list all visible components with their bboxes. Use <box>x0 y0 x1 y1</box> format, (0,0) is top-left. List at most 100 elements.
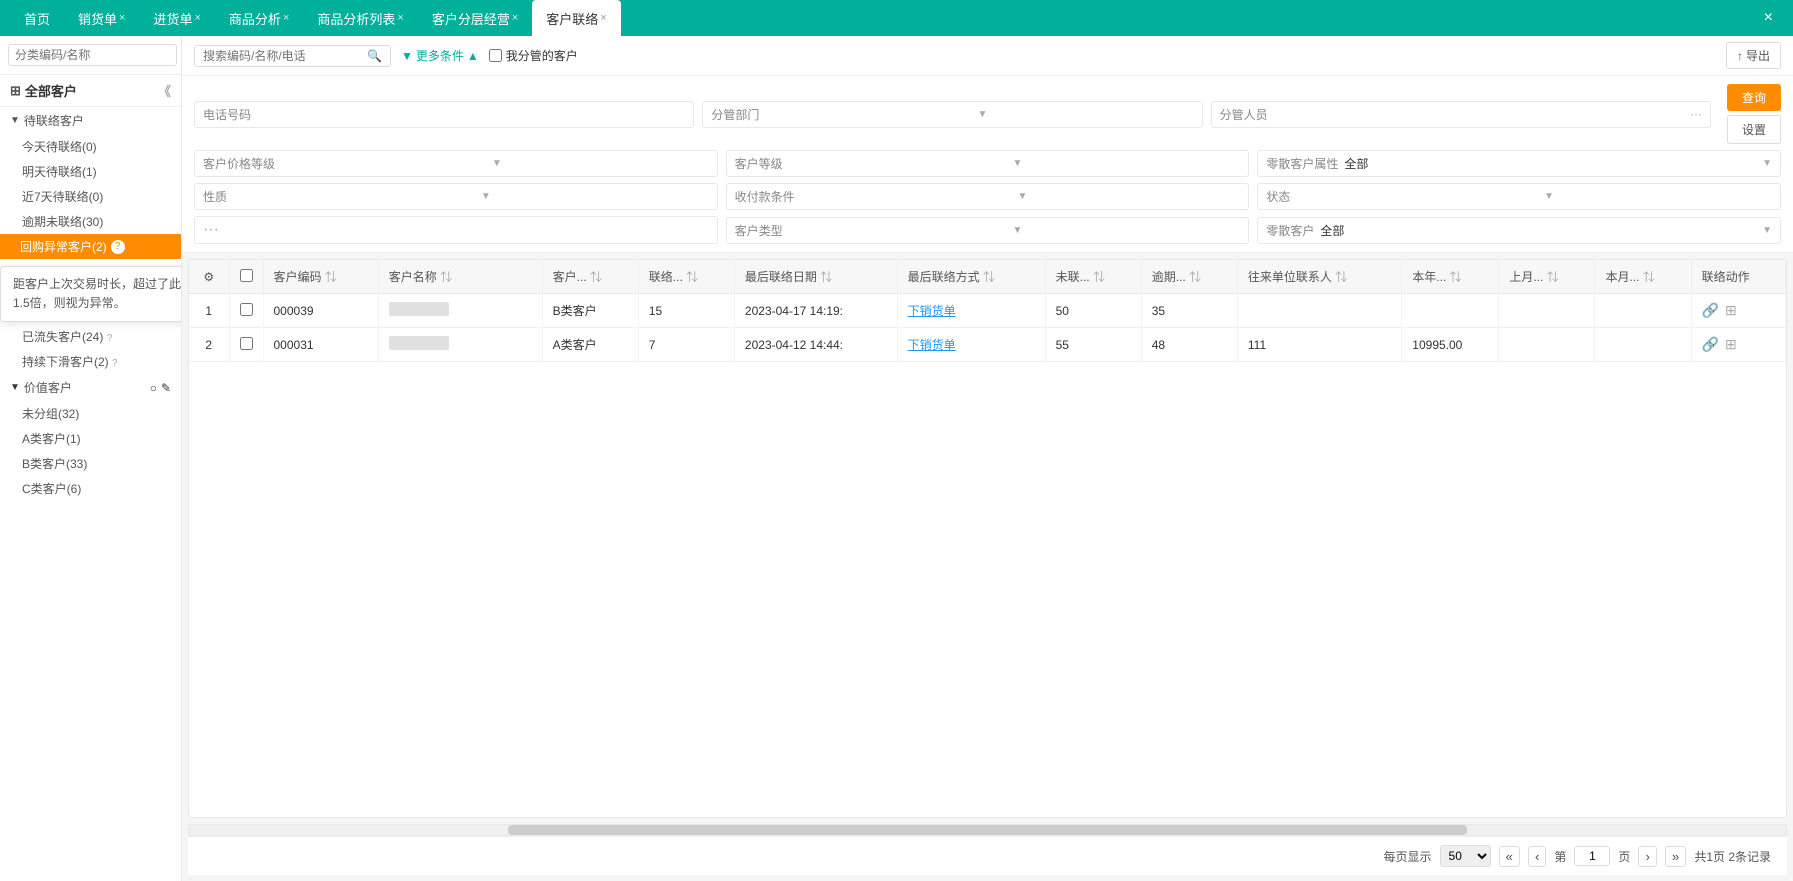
horizontal-scrollbar[interactable] <box>188 824 1787 836</box>
dept-select[interactable]: ▼ <box>761 109 1193 120</box>
nature-field[interactable]: 性质 ▼ <box>194 183 718 210</box>
sidebar-item-7days[interactable]: 近7天待联络(0) <box>0 184 181 209</box>
link-action-icon-0[interactable]: 🔗 <box>1702 302 1719 319</box>
refresh-icon[interactable]: ○ <box>150 381 157 395</box>
nav-close-analysis[interactable]: × <box>283 12 289 24</box>
col-this-year[interactable]: 本年... ⇅ <box>1402 260 1499 294</box>
col-no-contact[interactable]: 未联... ⇅ <box>1045 260 1141 294</box>
nav-item-analysis-list[interactable]: 商品分析列表 × <box>303 0 417 36</box>
col-last-date[interactable]: 最后联络日期 ⇅ <box>734 260 897 294</box>
settings-icon[interactable]: ⚙ <box>203 270 214 284</box>
pending-contact-group[interactable]: ▼ 待联络客户 <box>0 107 181 134</box>
sidebar-item-declining[interactable]: 持续下滑客户(2) ? <box>0 349 181 374</box>
my-customers-checkbox[interactable] <box>489 49 502 62</box>
col-name[interactable]: 客户名称 ⇅ <box>378 260 542 294</box>
nav-close-customer-contact[interactable]: × <box>600 12 606 24</box>
nature-select[interactable]: ▼ <box>253 191 709 202</box>
col-level[interactable]: 客户... ⇅ <box>542 260 638 294</box>
check-all-checkbox[interactable] <box>240 269 253 282</box>
sidebar-search-input[interactable] <box>8 44 177 66</box>
sort-icon-name: ⇅ <box>440 270 452 284</box>
dots-field[interactable]: ··· <box>194 216 718 244</box>
dots-icon[interactable]: ··· <box>1690 107 1702 121</box>
export-btn-wrap: ↑ 导出 <box>1726 42 1781 69</box>
sort-icon-no-contact: ⇅ <box>1093 270 1105 284</box>
col-contact-count[interactable]: 联络... ⇅ <box>638 260 734 294</box>
retail-customer-field[interactable]: 零散客户 全部 ▼ <box>1257 217 1781 244</box>
tag-action-icon-0[interactable]: ⊞ <box>1725 302 1737 319</box>
row-checkbox-0[interactable] <box>240 303 253 316</box>
row-last-method-0[interactable]: 下销货单 <box>897 294 1045 328</box>
nav-item-sales[interactable]: 销货单 × <box>64 0 139 36</box>
sort-icon-level: ⇅ <box>590 270 602 284</box>
page-last-btn[interactable]: » <box>1665 846 1686 867</box>
sidebar-item-abnormal-repurchase[interactable]: 回购异常客户(2) ? <box>0 234 181 259</box>
col-settings[interactable]: ⚙ <box>189 260 229 294</box>
row-last-date-0: 2023-04-17 14:19: <box>734 294 897 328</box>
col-last-method[interactable]: 最后联络方式 ⇅ <box>897 260 1045 294</box>
more-dots-icon[interactable]: ··· <box>203 221 219 239</box>
price-level-select[interactable]: ▼ <box>275 158 709 169</box>
payment-field[interactable]: 收付款条件 ▼ <box>726 183 1250 210</box>
nav-close-sales[interactable]: × <box>119 12 125 24</box>
nav-close-analysis-list[interactable]: × <box>397 12 403 24</box>
sidebar-item-a-class[interactable]: A类客户(1) <box>0 426 181 451</box>
page-number-input[interactable] <box>1574 846 1610 866</box>
tag-action-icon-1[interactable]: ⊞ <box>1725 336 1737 353</box>
payment-select[interactable]: ▼ <box>795 191 1241 202</box>
col-contact-person[interactable]: 往来单位联系人 ⇅ <box>1237 260 1401 294</box>
scrollbar-thumb[interactable] <box>508 825 1466 835</box>
edit-icon[interactable]: ✎ <box>161 381 171 395</box>
sidebar-item-churned[interactable]: 已流失客户(24) ? <box>0 324 181 349</box>
person-field[interactable]: 分管人员 ··· <box>1211 101 1711 128</box>
nav-item-home[interactable]: 首页 <box>10 0 64 36</box>
search-input[interactable] <box>203 49 363 63</box>
sort-icon-person: ⇅ <box>1335 270 1347 284</box>
my-customers-checkbox-wrap[interactable]: 我分管的客户 <box>489 47 578 64</box>
nav-item-purchase[interactable]: 进货单 × <box>139 0 214 36</box>
sidebar-item-c-class[interactable]: C类客户(6) <box>0 476 181 501</box>
window-close-button[interactable]: × <box>1754 9 1783 27</box>
nav-item-analysis[interactable]: 商品分析 × <box>215 0 303 36</box>
chevron-down-icon-4: ▼ <box>1762 158 1772 169</box>
price-level-field[interactable]: 客户价格等级 ▼ <box>194 150 718 177</box>
col-check[interactable] <box>229 260 263 294</box>
customer-type-field[interactable]: 客户类型 ▼ <box>726 217 1250 244</box>
per-page-select[interactable]: 50 20 100 <box>1440 845 1491 867</box>
filter-rows: 电话号码 分管部门 ▼ 分管人员 ··· 查询 设置 <box>182 76 1793 253</box>
nav-item-customer-contact[interactable]: 客户联络 × <box>532 0 620 36</box>
customer-level-select[interactable]: ▼ <box>785 158 1241 169</box>
query-button[interactable]: 查询 <box>1727 84 1781 111</box>
more-conditions-btn[interactable]: ▼ 更多条件 ▲ <box>401 47 479 64</box>
phone-input[interactable] <box>253 107 685 121</box>
nav-item-customer-mgmt[interactable]: 客户分层经营 × <box>418 0 532 36</box>
dept-field[interactable]: 分管部门 ▼ <box>702 101 1202 128</box>
settings-button[interactable]: 设置 <box>1727 115 1781 144</box>
export-button[interactable]: ↑ 导出 <box>1726 42 1781 69</box>
col-this-month[interactable]: 本月... ⇅ <box>1595 260 1691 294</box>
page-next-btn[interactable]: › <box>1638 846 1656 867</box>
sidebar-item-overdue[interactable]: 逾期未联络(30) <box>0 209 181 234</box>
row-checkbox-1[interactable] <box>240 337 253 350</box>
page-prev-btn[interactable]: ‹ <box>1528 846 1546 867</box>
nav-close-customer-mgmt[interactable]: × <box>512 12 518 24</box>
status-field[interactable]: 状态 ▼ <box>1257 183 1781 210</box>
col-code[interactable]: 客户编码 ⇅ <box>263 260 378 294</box>
sidebar-item-tomorrow[interactable]: 明天待联络(1) <box>0 159 181 184</box>
sidebar-item-b-class[interactable]: B类客户(33) <box>0 451 181 476</box>
row-last-method-1[interactable]: 下销货单 <box>897 328 1045 362</box>
customer-type-select[interactable]: ▼ <box>785 225 1241 236</box>
search-icon[interactable]: 🔍 <box>367 49 382 63</box>
status-select[interactable]: ▼ <box>1316 191 1772 202</box>
value-customers-group[interactable]: ▼ 价值客户 ○ ✎ <box>0 374 181 401</box>
nav-close-purchase[interactable]: × <box>194 12 200 24</box>
customer-level-field[interactable]: 客户等级 ▼ <box>726 150 1250 177</box>
retail-attr-field[interactable]: 零散客户属性 全部 ▼ <box>1257 150 1781 177</box>
link-action-icon-1[interactable]: 🔗 <box>1702 336 1719 353</box>
sidebar-item-ungroup[interactable]: 未分组(32) <box>0 401 181 426</box>
page-first-btn[interactable]: « <box>1499 846 1520 867</box>
col-last-month[interactable]: 上月... ⇅ <box>1499 260 1595 294</box>
collapse-sidebar-icon[interactable]: 《 <box>158 81 171 100</box>
col-overdue[interactable]: 逾期... ⇅ <box>1141 260 1237 294</box>
sidebar-item-today[interactable]: 今天待联络(0) <box>0 134 181 159</box>
